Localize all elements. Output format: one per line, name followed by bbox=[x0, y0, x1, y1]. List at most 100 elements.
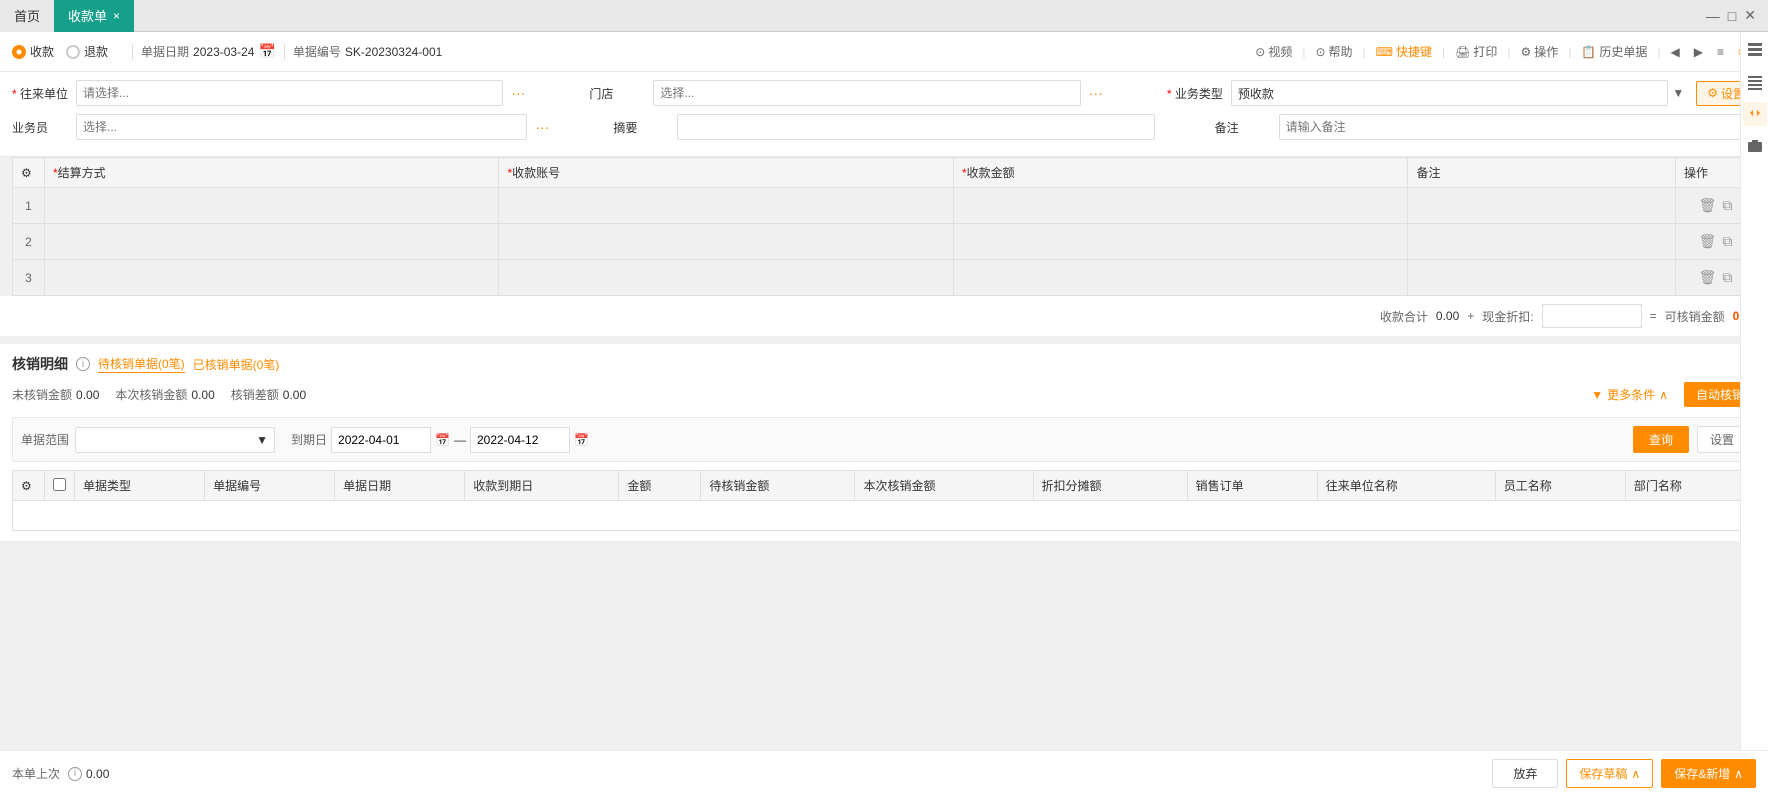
action-shortcut[interactable]: ⌨ 快捷键 bbox=[1372, 41, 1436, 62]
date-to-input[interactable] bbox=[470, 427, 570, 453]
plus-sign: + bbox=[1467, 309, 1474, 323]
date-from-input[interactable] bbox=[331, 427, 431, 453]
field-business-type: * 业务类型 ▼ bbox=[1167, 80, 1684, 106]
date-value: 2023-03-24 bbox=[193, 45, 254, 59]
save-draft-button[interactable]: 保存草稿 ∧ bbox=[1566, 759, 1653, 788]
row1-copy-icon[interactable]: ⧉ bbox=[1722, 197, 1732, 214]
range-select[interactable]: ▼ bbox=[75, 427, 275, 453]
more-filter-btn[interactable]: ▼ 更多条件 ∧ bbox=[1591, 386, 1668, 403]
row3-copy-icon[interactable]: ⧉ bbox=[1722, 269, 1732, 286]
video-icon: ⊙ bbox=[1255, 45, 1265, 59]
row-num-1: 1 bbox=[13, 188, 45, 224]
counterparty-more-btn[interactable]: ··· bbox=[507, 85, 529, 101]
row1-account[interactable] bbox=[499, 188, 953, 224]
form-area: * 往来单位 ··· 门店 ··· * 业务类型 ▼ ⚙ 设置 bbox=[0, 72, 1768, 157]
row2-delete-icon[interactable]: 🗑 bbox=[1699, 233, 1717, 250]
minimize-icon[interactable]: — bbox=[1706, 8, 1720, 24]
radio-receive-label: 收款 bbox=[30, 43, 54, 60]
row2-amount[interactable] bbox=[953, 224, 1407, 260]
business-type-arrow[interactable]: ▼ bbox=[1672, 86, 1684, 100]
business-type-select[interactable]: ▼ bbox=[1231, 80, 1684, 106]
sidebar-table-icon[interactable] bbox=[1743, 38, 1767, 62]
row3-settlement[interactable] bbox=[45, 260, 499, 296]
date-from-icon[interactable]: 📅 bbox=[435, 433, 450, 447]
tab-home[interactable]: 首页 bbox=[0, 0, 54, 32]
range-arrow-icon: ▼ bbox=[256, 433, 268, 447]
abandon-button[interactable]: 放弃 bbox=[1492, 759, 1558, 788]
top-toolbar: 收款 退款 单据日期 2023-03-24 📅 单据编号 SK-20230324… bbox=[0, 32, 1768, 72]
history-label: 历史单据 bbox=[1599, 43, 1647, 60]
action-list-view[interactable]: ≡ bbox=[1713, 43, 1728, 61]
unchecked-label: 未核销金额 bbox=[12, 386, 72, 403]
operations-icon: ⚙ bbox=[1521, 45, 1532, 59]
row1-settlement[interactable] bbox=[45, 188, 499, 224]
row-num-2: 2 bbox=[13, 224, 45, 260]
section-info-icon[interactable]: i bbox=[76, 357, 90, 371]
tab-pending[interactable]: 待核销单据(0笔) bbox=[98, 355, 185, 373]
remark-input[interactable] bbox=[1279, 114, 1756, 140]
row3-amount[interactable] bbox=[953, 260, 1407, 296]
bth-due-date: 收款到期日 bbox=[465, 471, 619, 501]
calendar-icon[interactable]: 📅 bbox=[258, 43, 275, 60]
footer-info-icon[interactable]: i bbox=[68, 767, 82, 781]
sidebar-list-icon[interactable] bbox=[1743, 70, 1767, 94]
row2-remark[interactable] bbox=[1408, 224, 1676, 260]
number-label: 单据编号 bbox=[293, 43, 341, 60]
bth-checkbox bbox=[45, 471, 75, 501]
radio-receive[interactable]: 收款 bbox=[12, 43, 54, 60]
nuclear-section: 核销明细 i 待核销单据(0笔) 已核销单据(0笔) 未核销金额 0.00 本次… bbox=[0, 344, 1768, 541]
th-settlement-label: 结算方式 bbox=[58, 166, 106, 180]
tab-completed[interactable]: 已核销单据(0笔) bbox=[193, 356, 280, 373]
stat-current: 本次核销金额 0.00 bbox=[115, 386, 214, 403]
row3-delete-icon[interactable]: 🗑 bbox=[1699, 269, 1717, 286]
th-gear[interactable]: ⚙ bbox=[13, 158, 45, 188]
action-operations[interactable]: ⚙ 操作 bbox=[1517, 41, 1563, 62]
store-input[interactable] bbox=[653, 80, 1080, 106]
section-divider bbox=[0, 336, 1768, 344]
action-help[interactable]: ⊙ 帮助 bbox=[1311, 41, 1356, 62]
store-label: 门店 bbox=[589, 85, 649, 102]
sidebar-camera-icon[interactable] bbox=[1743, 134, 1767, 158]
action-prev[interactable]: ◀ bbox=[1667, 43, 1684, 61]
row2-copy-icon[interactable]: ⧉ bbox=[1722, 233, 1732, 250]
action-video[interactable]: ⊙ 视频 bbox=[1251, 41, 1296, 62]
discount-input[interactable] bbox=[1542, 304, 1642, 328]
salesperson-input[interactable] bbox=[76, 114, 527, 140]
row3-account[interactable] bbox=[499, 260, 953, 296]
tab-close-icon[interactable]: × bbox=[113, 9, 120, 23]
bth-gear[interactable]: ⚙ bbox=[13, 471, 45, 501]
store-more-btn[interactable]: ··· bbox=[1085, 85, 1107, 101]
salesperson-more-btn[interactable]: ··· bbox=[531, 119, 553, 135]
business-type-input[interactable] bbox=[1231, 80, 1669, 106]
form-row-2: 业务员 ··· 摘要 备注 bbox=[12, 114, 1756, 140]
row1-remark[interactable] bbox=[1408, 188, 1676, 224]
query-button[interactable]: 查询 bbox=[1633, 426, 1689, 453]
action-print[interactable]: 🖨 打印 bbox=[1451, 41, 1501, 62]
print-icon: 🖨 bbox=[1455, 45, 1470, 59]
tab-current[interactable]: 收款单 × bbox=[54, 0, 134, 32]
th-account-label: 收款账号 bbox=[512, 166, 560, 180]
sidebar-link-icon[interactable] bbox=[1743, 102, 1767, 126]
action-history[interactable]: 📋 历史单据 bbox=[1577, 41, 1651, 62]
close-icon[interactable]: ✕ bbox=[1744, 7, 1756, 24]
radio-refund[interactable]: 退款 bbox=[66, 43, 108, 60]
counterparty-input[interactable] bbox=[76, 80, 503, 106]
row2-account[interactable] bbox=[499, 224, 953, 260]
row1-delete-icon[interactable]: 🗑 bbox=[1699, 197, 1717, 214]
date-to-icon[interactable]: 📅 bbox=[574, 433, 589, 447]
abstract-input[interactable] bbox=[677, 114, 1154, 140]
th-remark: 备注 bbox=[1408, 158, 1676, 188]
page-footer: 本单上次 i 0.00 放弃 保存草稿 ∧ 保存&新增 ∧ bbox=[0, 750, 1768, 796]
bth-current: 本次核销金额 bbox=[855, 471, 1033, 501]
table-row: 3 🗑 ⧉ bbox=[13, 260, 1756, 296]
save-new-button[interactable]: 保存&新增 ∧ bbox=[1661, 759, 1756, 788]
action-next[interactable]: ▶ bbox=[1690, 43, 1707, 61]
maximize-icon[interactable]: □ bbox=[1728, 8, 1736, 24]
row3-remark[interactable] bbox=[1408, 260, 1676, 296]
select-all-checkbox[interactable] bbox=[53, 478, 66, 491]
row2-settlement[interactable] bbox=[45, 224, 499, 260]
counterparty-label: * 往来单位 bbox=[12, 85, 72, 102]
bottom-table: ⚙ 单据类型 单据编号 单据日期 收款到期日 金额 待核销金额 本次核销金额 折… bbox=[12, 470, 1756, 531]
tab-bar: 首页 收款单 × — □ ✕ bbox=[0, 0, 1768, 32]
row1-amount[interactable] bbox=[953, 188, 1407, 224]
